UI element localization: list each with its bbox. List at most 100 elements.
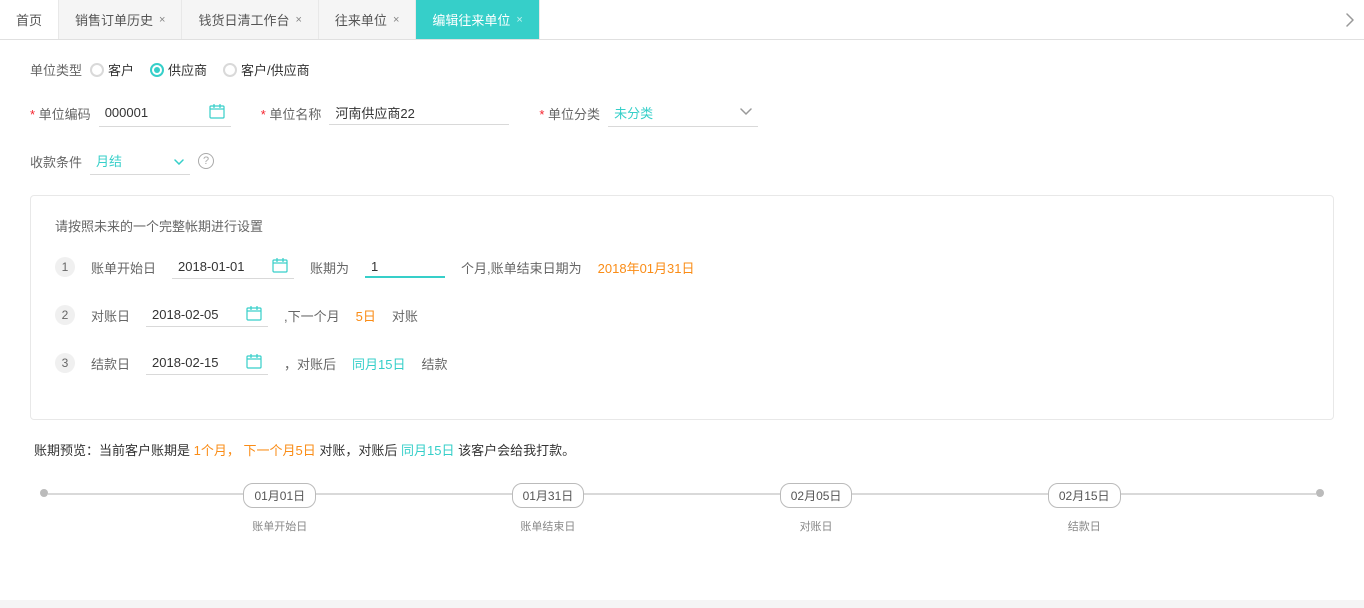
period-num-3: 3 xyxy=(55,353,75,373)
radio-group: 客户 供应商 客户/供应商 xyxy=(90,60,310,79)
tl-seg-2 xyxy=(316,493,511,495)
period-title: 请按照未来的一个完整帐期进行设置 xyxy=(55,216,1309,235)
tl-seg-5 xyxy=(1121,493,1316,495)
period-payment-date-input-wrap xyxy=(146,351,268,375)
tab-partner-close[interactable]: × xyxy=(393,14,399,26)
unit-category-group: 单位分类 未分类 xyxy=(539,99,758,127)
payment-terms-row: 收款条件 月结 ? xyxy=(30,147,1334,175)
tab-home[interactable]: 首页 xyxy=(0,0,59,39)
radio-supplier[interactable]: 供应商 xyxy=(150,60,207,79)
period-row-2-suffix: 对账 xyxy=(392,306,418,325)
radio-customer-label: 客户 xyxy=(108,60,134,79)
period-months-suffix: 个月,账单结束日期为 xyxy=(461,258,582,277)
period-num-1: 1 xyxy=(55,257,75,277)
period-row-2-prefix: ,下一个月 xyxy=(284,306,340,325)
period-row-3-day: 同月15日 xyxy=(352,354,405,373)
unit-category-select[interactable]: 未分类 xyxy=(608,99,758,127)
unit-name-input[interactable] xyxy=(329,101,509,125)
tl-label-3: 对账日 xyxy=(800,518,833,534)
tl-seg-3 xyxy=(584,493,779,495)
payment-terms-label: 收款条件 xyxy=(30,152,82,171)
radio-both-label: 客户/供应商 xyxy=(241,60,310,79)
period-payment-calendar-icon[interactable] xyxy=(246,353,262,372)
period-row-3-suffix: 结款 xyxy=(422,354,448,373)
period-reconcile-date-input[interactable] xyxy=(152,307,242,322)
tab-partner-label: 往来单位 xyxy=(335,10,387,29)
period-suffix-label: 账期为 xyxy=(310,258,349,277)
radio-customer[interactable]: 客户 xyxy=(90,60,134,79)
tl-badge-2: 01月31日 xyxy=(512,483,585,508)
radio-supplier-label: 供应商 xyxy=(168,60,207,79)
tl-seg-1 xyxy=(48,493,243,495)
period-row-2-label: 对账日 xyxy=(91,306,130,325)
preview-prefix: 账期预览：当前客户账期是 xyxy=(34,443,190,458)
unit-code-input-wrap xyxy=(99,99,231,127)
radio-both[interactable]: 客户/供应商 xyxy=(223,60,310,79)
tl-label-2: 账单结束日 xyxy=(520,518,575,534)
period-row-2: 2 对账日 ,下一个月5日 对账 xyxy=(55,303,1309,327)
period-months-input[interactable] xyxy=(365,257,445,278)
tab-cash-work-label: 钱货日清工作台 xyxy=(198,10,289,29)
unit-code-group: 单位编码 xyxy=(30,99,231,127)
tl-label-1: 账单开始日 xyxy=(252,518,307,534)
unit-code-icon[interactable] xyxy=(209,103,225,122)
tab-cash-work-close[interactable]: × xyxy=(295,14,301,26)
unit-category-label: 单位分类 xyxy=(539,104,600,123)
period-start-date-input-wrap xyxy=(172,255,294,279)
unit-type-row: 单位类型 客户 供应商 客户/供应商 xyxy=(30,60,1334,79)
radio-customer-circle xyxy=(90,63,104,77)
tab-nav-arrow[interactable] xyxy=(1336,0,1364,39)
period-settings-box: 请按照未来的一个完整帐期进行设置 1 账单开始日 账期为 个月,账单结束日期为 xyxy=(30,195,1334,420)
preview-next: 下一个月5日 xyxy=(244,443,316,458)
unit-name-label: 单位名称 xyxy=(261,104,322,123)
preview-mid: 对账，对账后 xyxy=(319,443,397,458)
tl-label-4: 结款日 xyxy=(1068,518,1101,534)
tl-seg-4 xyxy=(852,493,1047,495)
timeline-start-dot xyxy=(40,489,48,497)
timeline: 01月01日 账单开始日 01月31日 账单结束日 02月05日 对账日 02月… xyxy=(30,483,1334,534)
tl-node-4: 02月15日 结款日 xyxy=(1048,483,1121,534)
tab-sales-history-close[interactable]: × xyxy=(159,14,165,26)
unit-code-input[interactable] xyxy=(105,105,205,120)
tl-node-1: 01月01日 账单开始日 xyxy=(243,483,316,534)
period-start-calendar-icon[interactable] xyxy=(272,257,288,276)
timeline-start xyxy=(40,483,48,497)
payment-terms-select[interactable]: 月结 xyxy=(90,147,190,175)
radio-both-circle xyxy=(223,63,237,77)
unit-name-group: 单位名称 xyxy=(261,101,510,125)
tab-cash-work[interactable]: 钱货日清工作台 × xyxy=(182,0,318,39)
period-row-1-label: 账单开始日 xyxy=(91,258,156,277)
period-row-3: 3 结款日 ，对账后 同月15日 结款 xyxy=(55,351,1309,375)
tab-bar: 首页 销售订单历史 × 钱货日清工作台 × 往来单位 × 编辑往来单位 × xyxy=(0,0,1364,40)
payment-terms-value: 月结 xyxy=(96,151,168,170)
tab-edit-partner[interactable]: 编辑往来单位 × xyxy=(416,0,539,39)
payment-terms-chevron-icon xyxy=(174,153,184,168)
tl-badge-1: 01月01日 xyxy=(243,483,316,508)
unit-type-label: 单位类型 xyxy=(30,60,82,79)
period-start-date-input[interactable] xyxy=(178,259,268,274)
main-content: 单位类型 客户 供应商 客户/供应商 单位编码 xyxy=(0,40,1364,600)
unit-info-row: 单位编码 单位名称 单位分类 未分类 xyxy=(30,99,1334,127)
tab-sales-history-label: 销售订单历史 xyxy=(75,10,153,29)
payment-terms-group: 收款条件 月结 ? xyxy=(30,147,214,175)
period-row-3-label: 结款日 xyxy=(91,354,130,373)
help-icon[interactable]: ? xyxy=(198,153,214,169)
tl-node-2: 01月31日 账单结束日 xyxy=(512,483,585,534)
tab-home-label: 首页 xyxy=(16,10,42,29)
tl-node-3: 02月05日 对账日 xyxy=(780,483,853,534)
preview-row: 账期预览：当前客户账期是 1个月， 下一个月5日 对账，对账后 同月15日 该客… xyxy=(30,440,1334,459)
preview-months: 1个月， xyxy=(194,443,240,458)
period-end-date: 2018年01月31日 xyxy=(598,258,695,277)
period-reconcile-calendar-icon[interactable] xyxy=(246,305,262,324)
tab-edit-partner-label: 编辑往来单位 xyxy=(432,10,510,29)
unit-type-group: 单位类型 客户 供应商 客户/供应商 xyxy=(30,60,310,79)
tab-sales-history[interactable]: 销售订单历史 × xyxy=(59,0,182,39)
period-reconcile-date-input-wrap xyxy=(146,303,268,327)
period-row-1: 1 账单开始日 账期为 个月,账单结束日期为 2018年01月31日 xyxy=(55,255,1309,279)
tab-edit-partner-close[interactable]: × xyxy=(516,14,522,26)
radio-supplier-circle xyxy=(150,63,164,77)
tab-partner[interactable]: 往来单位 × xyxy=(319,0,416,39)
tl-badge-3: 02月05日 xyxy=(780,483,853,508)
preview-last: 同月15日 xyxy=(401,443,454,458)
period-payment-date-input[interactable] xyxy=(152,355,242,370)
